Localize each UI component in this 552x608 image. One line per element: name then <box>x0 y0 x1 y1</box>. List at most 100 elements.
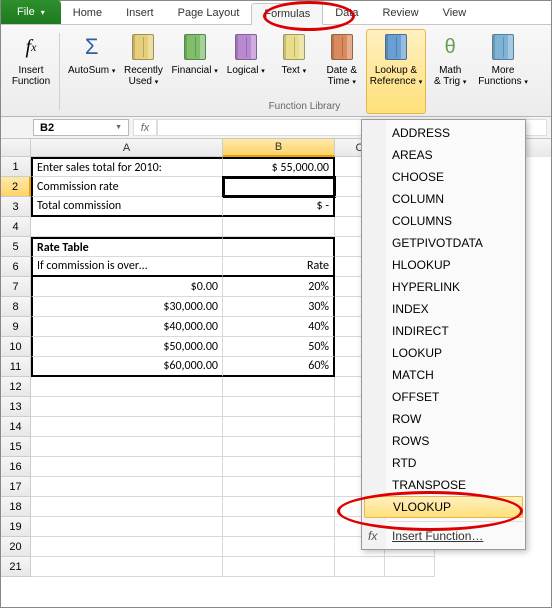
tab-home[interactable]: Home <box>61 2 114 24</box>
cell[interactable]: 60% <box>223 357 335 377</box>
cell[interactable] <box>223 537 335 557</box>
cell[interactable]: $40,000.00 <box>31 317 223 337</box>
cell[interactable] <box>31 417 223 437</box>
menu-item-lookup[interactable]: LOOKUP <box>362 342 525 364</box>
cell[interactable]: $30,000.00 <box>31 297 223 317</box>
cell[interactable] <box>31 397 223 417</box>
cell[interactable]: 20% <box>223 277 335 297</box>
row-header[interactable]: 7 <box>1 277 31 297</box>
tab-page-layout[interactable]: Page Layout <box>166 2 252 24</box>
cell[interactable]: $50,000.00 <box>31 337 223 357</box>
tab-file[interactable]: File <box>1 0 61 24</box>
menu-item-choose[interactable]: CHOOSE <box>362 166 525 188</box>
row-header[interactable]: 3 <box>1 197 31 217</box>
tab-insert[interactable]: Insert <box>114 2 166 24</box>
cell[interactable]: Rate <box>223 257 335 277</box>
col-header-A[interactable]: A <box>31 139 223 157</box>
cell[interactable] <box>223 397 335 417</box>
row-header[interactable]: 12 <box>1 377 31 397</box>
menu-item-hyperlink[interactable]: HYPERLINK <box>362 276 525 298</box>
cell[interactable] <box>223 377 335 397</box>
menu-item-indirect[interactable]: INDIRECT <box>362 320 525 342</box>
menu-item-insert-function[interactable]: fxInsert Function… <box>362 525 525 547</box>
row-header[interactable]: 16 <box>1 457 31 477</box>
tab-formulas[interactable]: Formulas <box>251 3 323 25</box>
menu-item-address[interactable]: ADDRESS <box>362 122 525 144</box>
row-header[interactable]: 18 <box>1 497 31 517</box>
cell[interactable] <box>31 457 223 477</box>
cell[interactable] <box>223 237 335 257</box>
row-header[interactable]: 4 <box>1 217 31 237</box>
row-header[interactable]: 10 <box>1 337 31 357</box>
row-header[interactable]: 15 <box>1 437 31 457</box>
cell[interactable] <box>31 477 223 497</box>
row-header[interactable]: 19 <box>1 517 31 537</box>
tab-review[interactable]: Review <box>370 2 430 24</box>
row-header[interactable]: 6 <box>1 257 31 277</box>
cell[interactable] <box>335 557 385 577</box>
cell[interactable] <box>31 537 223 557</box>
cell[interactable] <box>223 477 335 497</box>
menu-item-getpivotdata[interactable]: GETPIVOTDATA <box>362 232 525 254</box>
menu-item-transpose[interactable]: TRANSPOSE <box>362 474 525 496</box>
cell[interactable]: If commission is over… <box>31 257 223 277</box>
tab-data[interactable]: Data <box>323 2 370 24</box>
menu-item-match[interactable]: MATCH <box>362 364 525 386</box>
fx-icon[interactable]: fx <box>133 119 157 136</box>
cell[interactable] <box>223 557 335 577</box>
cell[interactable]: Commission rate <box>31 177 223 197</box>
cell[interactable] <box>31 517 223 537</box>
cell[interactable]: 50% <box>223 337 335 357</box>
insert-function-button[interactable]: fx InsertFunction <box>7 29 55 114</box>
cell[interactable]: $ 55,000.00 <box>223 157 335 177</box>
cell[interactable] <box>31 557 223 577</box>
text-label: Text <box>281 65 299 76</box>
row-header[interactable]: 2 <box>1 177 31 197</box>
row-header[interactable]: 14 <box>1 417 31 437</box>
menu-item-rows[interactable]: ROWS <box>362 430 525 452</box>
menu-item-vlookup[interactable]: VLOOKUP <box>364 496 523 518</box>
row-header[interactable]: 1 <box>1 157 31 177</box>
cell[interactable] <box>223 437 335 457</box>
row-header[interactable]: 8 <box>1 297 31 317</box>
cell[interactable]: Total commission <box>31 197 223 217</box>
cell[interactable] <box>385 557 435 577</box>
cell[interactable]: 40% <box>223 317 335 337</box>
cell[interactable] <box>223 417 335 437</box>
active-cell[interactable] <box>223 177 335 197</box>
cell[interactable] <box>223 217 335 237</box>
select-all-corner[interactable] <box>1 139 31 157</box>
cell[interactable]: $ - <box>223 197 335 217</box>
menu-item-columns[interactable]: COLUMNS <box>362 210 525 232</box>
name-box[interactable]: B2▼ <box>33 119 129 136</box>
cell[interactable]: 30% <box>223 297 335 317</box>
cell[interactable]: $60,000.00 <box>31 357 223 377</box>
book-icon <box>230 31 262 63</box>
menu-item-areas[interactable]: AREAS <box>362 144 525 166</box>
cell[interactable] <box>31 497 223 517</box>
row-header[interactable]: 5 <box>1 237 31 257</box>
cell[interactable] <box>31 377 223 397</box>
cell[interactable] <box>31 217 223 237</box>
cell[interactable]: Rate Table <box>31 237 223 257</box>
cell[interactable] <box>223 457 335 477</box>
row-header[interactable]: 17 <box>1 477 31 497</box>
cell[interactable] <box>31 437 223 457</box>
row-header[interactable]: 13 <box>1 397 31 417</box>
col-header-B[interactable]: B <box>223 139 335 157</box>
row-header[interactable]: 21 <box>1 557 31 577</box>
menu-item-row[interactable]: ROW <box>362 408 525 430</box>
menu-item-index[interactable]: INDEX <box>362 298 525 320</box>
menu-item-rtd[interactable]: RTD <box>362 452 525 474</box>
menu-item-column[interactable]: COLUMN <box>362 188 525 210</box>
menu-item-offset[interactable]: OFFSET <box>362 386 525 408</box>
menu-item-hlookup[interactable]: HLOOKUP <box>362 254 525 276</box>
row-header[interactable]: 9 <box>1 317 31 337</box>
cell[interactable] <box>223 497 335 517</box>
row-header[interactable]: 11 <box>1 357 31 377</box>
cell[interactable]: $0.00 <box>31 277 223 297</box>
row-header[interactable]: 20 <box>1 537 31 557</box>
cell[interactable] <box>223 517 335 537</box>
tab-view[interactable]: View <box>431 2 479 24</box>
cell[interactable]: Enter sales total for 2010: <box>31 157 223 177</box>
